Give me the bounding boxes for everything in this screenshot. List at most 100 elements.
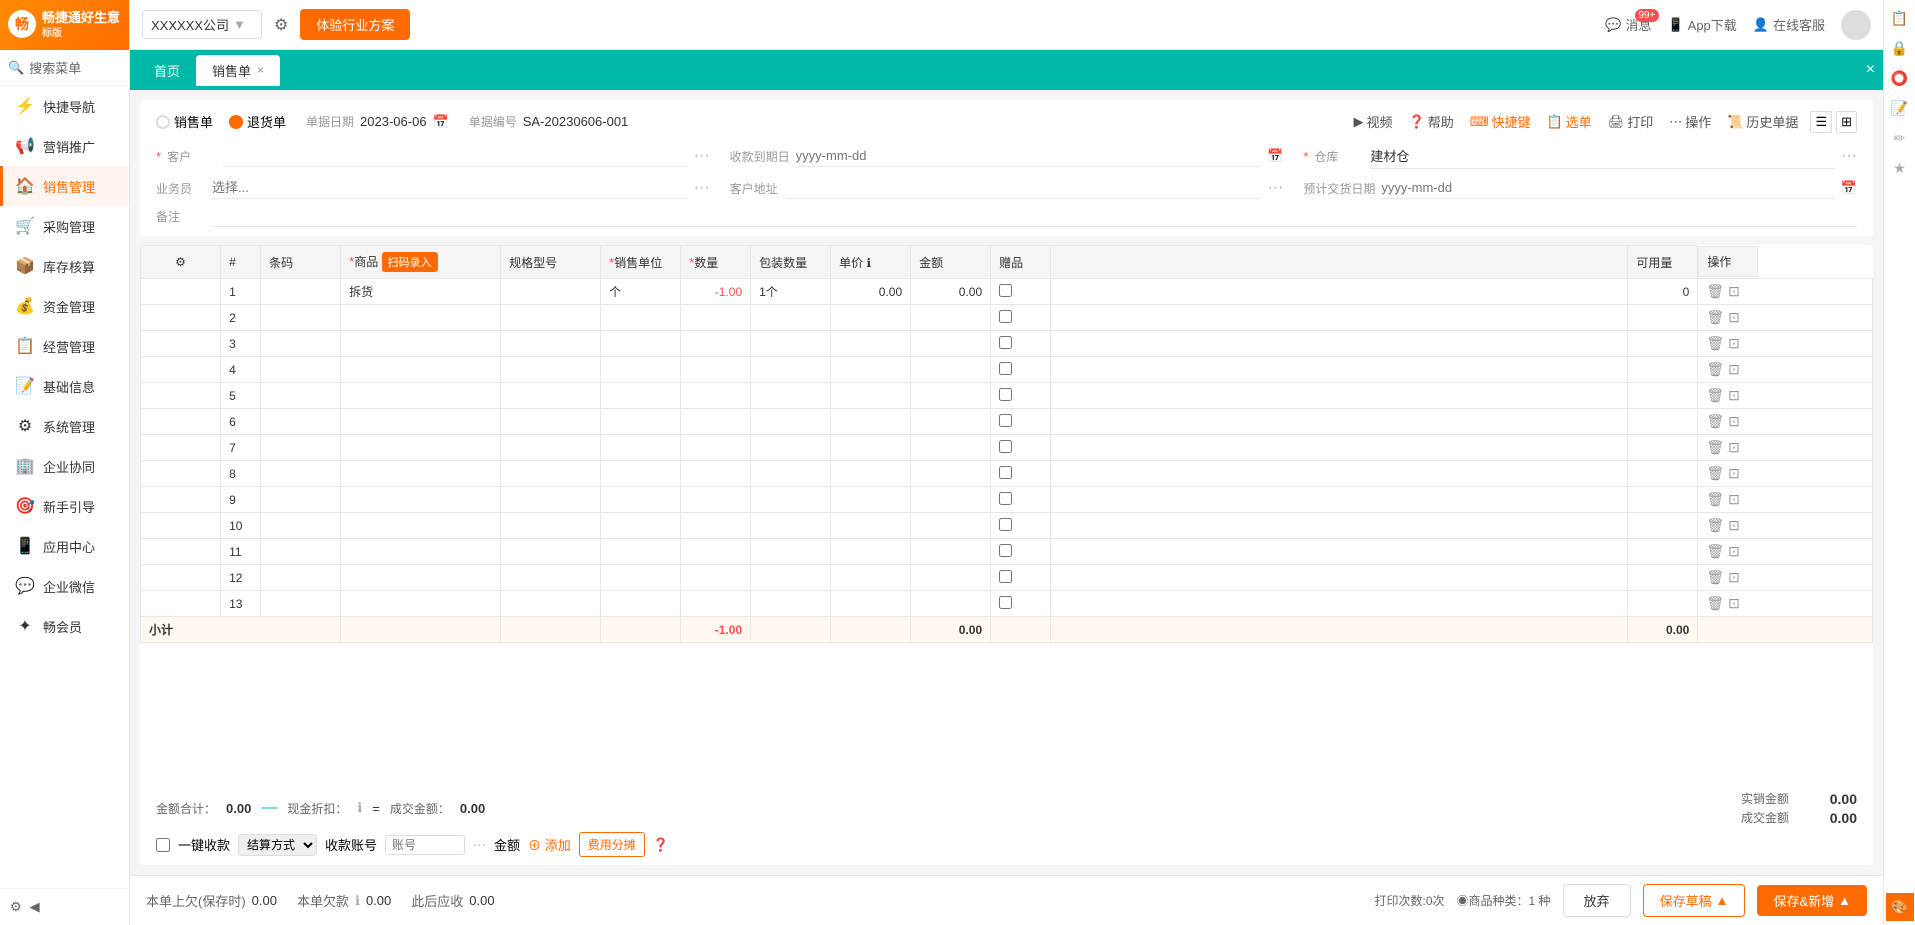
row-spec-12[interactable] bbox=[501, 591, 601, 617]
row-spec-11[interactable] bbox=[501, 565, 601, 591]
row-barcode-8[interactable] bbox=[261, 487, 341, 513]
row-spec-0[interactable] bbox=[501, 279, 601, 305]
row-gift-8[interactable] bbox=[991, 487, 1051, 513]
row-pkgqty-8[interactable] bbox=[751, 487, 831, 513]
payment-date-input[interactable] bbox=[796, 145, 1261, 167]
gift-checkbox-10[interactable] bbox=[999, 544, 1012, 557]
row-price-6[interactable] bbox=[831, 435, 911, 461]
sidebar-item-finance[interactable]: 💰 资金管理 bbox=[0, 286, 129, 326]
row-qty-10[interactable] bbox=[681, 539, 751, 565]
expense-split-btn[interactable]: 费用分摊 bbox=[579, 832, 645, 857]
history-btn[interactable]: 📜 历史单据 bbox=[1723, 110, 1802, 133]
row-pkgqty-3[interactable] bbox=[751, 357, 831, 383]
gift-checkbox-8[interactable] bbox=[999, 492, 1012, 505]
gift-checkbox-9[interactable] bbox=[999, 518, 1012, 531]
company-selector[interactable]: XXXXXX公司 ▼ bbox=[142, 10, 262, 39]
row-product-9[interactable] bbox=[341, 513, 501, 539]
row-amount-2[interactable] bbox=[911, 331, 991, 357]
row-unit-2[interactable] bbox=[601, 331, 681, 357]
row-product-10[interactable] bbox=[341, 539, 501, 565]
one-click-pay-checkbox[interactable] bbox=[156, 838, 170, 852]
row-amount-11[interactable] bbox=[911, 565, 991, 591]
row-gift-0[interactable] bbox=[991, 279, 1051, 305]
delivery-date-input[interactable] bbox=[1381, 177, 1834, 199]
gift-checkbox-3[interactable] bbox=[999, 362, 1012, 375]
gift-checkbox-7[interactable] bbox=[999, 466, 1012, 479]
rp-icon-4[interactable]: ✏ bbox=[1886, 124, 1914, 152]
shortcut-btn[interactable]: ⌨ 快捷键 bbox=[1466, 110, 1535, 133]
settings-gear-icon[interactable]: ⚙ bbox=[10, 899, 22, 915]
sidebar-item-basic[interactable]: 📝 基础信息 bbox=[0, 366, 129, 406]
calendar-icon[interactable]: 📅 bbox=[433, 114, 449, 130]
row-product-5[interactable] bbox=[341, 409, 501, 435]
row-barcode-10[interactable] bbox=[261, 539, 341, 565]
online-service-group[interactable]: 👤 在线客服 bbox=[1753, 15, 1825, 34]
row-gift-5[interactable] bbox=[991, 409, 1051, 435]
account-input[interactable] bbox=[385, 835, 465, 855]
delete-icon-12[interactable]: 🗑 bbox=[1706, 595, 1724, 612]
gift-checkbox-11[interactable] bbox=[999, 570, 1012, 583]
row-price-1[interactable] bbox=[831, 305, 911, 331]
sidebar-item-operations[interactable]: 📋 经营管理 bbox=[0, 326, 129, 366]
row-qty-2[interactable] bbox=[681, 331, 751, 357]
copy-icon-8[interactable]: ⊡ bbox=[1728, 491, 1740, 508]
customer-address-input[interactable] bbox=[786, 177, 1262, 199]
row-price-3[interactable] bbox=[831, 357, 911, 383]
delete-icon-9[interactable]: 🗑 bbox=[1706, 517, 1724, 534]
row-pkgqty-9[interactable] bbox=[751, 513, 831, 539]
warehouse-more-icon[interactable]: ··· bbox=[1841, 147, 1857, 165]
print-btn[interactable]: 🖨 打印 bbox=[1604, 110, 1658, 133]
row-gift-12[interactable] bbox=[991, 591, 1051, 617]
row-unit-9[interactable] bbox=[601, 513, 681, 539]
tabbar-close-btn[interactable]: × bbox=[1866, 61, 1875, 79]
gift-checkbox-12[interactable] bbox=[999, 596, 1012, 609]
discard-button[interactable]: 放弃 bbox=[1563, 884, 1631, 917]
expense-help-icon[interactable]: ❓ bbox=[653, 837, 669, 853]
sidebar-item-enterprise[interactable]: 🏢 企业协同 bbox=[0, 446, 129, 486]
row-qty-8[interactable] bbox=[681, 487, 751, 513]
col-gear-header[interactable]: ⚙ bbox=[141, 246, 221, 279]
copy-icon-11[interactable]: ⊡ bbox=[1728, 569, 1740, 586]
row-amount-12[interactable] bbox=[911, 591, 991, 617]
row-pkgqty-12[interactable] bbox=[751, 591, 831, 617]
delete-icon-0[interactable]: 🗑 bbox=[1706, 283, 1724, 300]
row-amount-6[interactable] bbox=[911, 435, 991, 461]
row-qty-3[interactable] bbox=[681, 357, 751, 383]
tab-sales-order[interactable]: 销售单 × bbox=[196, 55, 280, 86]
row-barcode-1[interactable] bbox=[261, 305, 341, 331]
sidebar-item-wechat[interactable]: 💬 企业微信 bbox=[0, 566, 129, 606]
discount-info-icon[interactable]: ℹ bbox=[357, 800, 362, 816]
row-product-8[interactable] bbox=[341, 487, 501, 513]
row-gift-6[interactable] bbox=[991, 435, 1051, 461]
view-grid-icon[interactable]: ⊞ bbox=[1836, 111, 1857, 133]
row-unit-12[interactable] bbox=[601, 591, 681, 617]
row-unit-4[interactable] bbox=[601, 383, 681, 409]
row-spec-2[interactable] bbox=[501, 331, 601, 357]
row-spec-4[interactable] bbox=[501, 383, 601, 409]
row-product-1[interactable] bbox=[341, 305, 501, 331]
row-pkgqty-5[interactable] bbox=[751, 409, 831, 435]
topbar-gear-icon[interactable]: ⚙ bbox=[270, 11, 292, 39]
row-barcode-2[interactable] bbox=[261, 331, 341, 357]
save-new-button[interactable]: 保存&新增 ▲ bbox=[1757, 885, 1867, 916]
calc-method-select[interactable]: 结算方式 bbox=[238, 834, 317, 856]
row-amount-9[interactable] bbox=[911, 513, 991, 539]
customer-more-icon[interactable]: ··· bbox=[694, 147, 710, 165]
customer-input[interactable] bbox=[223, 145, 688, 167]
owe-info-icon[interactable]: ℹ bbox=[355, 893, 360, 909]
draft-button[interactable]: 保存草稿 ▲ bbox=[1643, 884, 1746, 917]
row-barcode-11[interactable] bbox=[261, 565, 341, 591]
row-unit-3[interactable] bbox=[601, 357, 681, 383]
row-pkgqty-1[interactable] bbox=[751, 305, 831, 331]
row-product-2[interactable] bbox=[341, 331, 501, 357]
row-price-0[interactable]: 0.00 bbox=[831, 279, 911, 305]
salesperson-input[interactable] bbox=[212, 177, 688, 199]
row-qty-4[interactable] bbox=[681, 383, 751, 409]
row-spec-8[interactable] bbox=[501, 487, 601, 513]
rp-icon-5[interactable]: ★ bbox=[1886, 154, 1914, 182]
row-barcode-3[interactable] bbox=[261, 357, 341, 383]
row-barcode-12[interactable] bbox=[261, 591, 341, 617]
add-payment-btn[interactable]: ⊕ 添加 bbox=[528, 835, 571, 854]
row-pkgqty-0[interactable]: 1个 bbox=[751, 279, 831, 305]
row-barcode-4[interactable] bbox=[261, 383, 341, 409]
